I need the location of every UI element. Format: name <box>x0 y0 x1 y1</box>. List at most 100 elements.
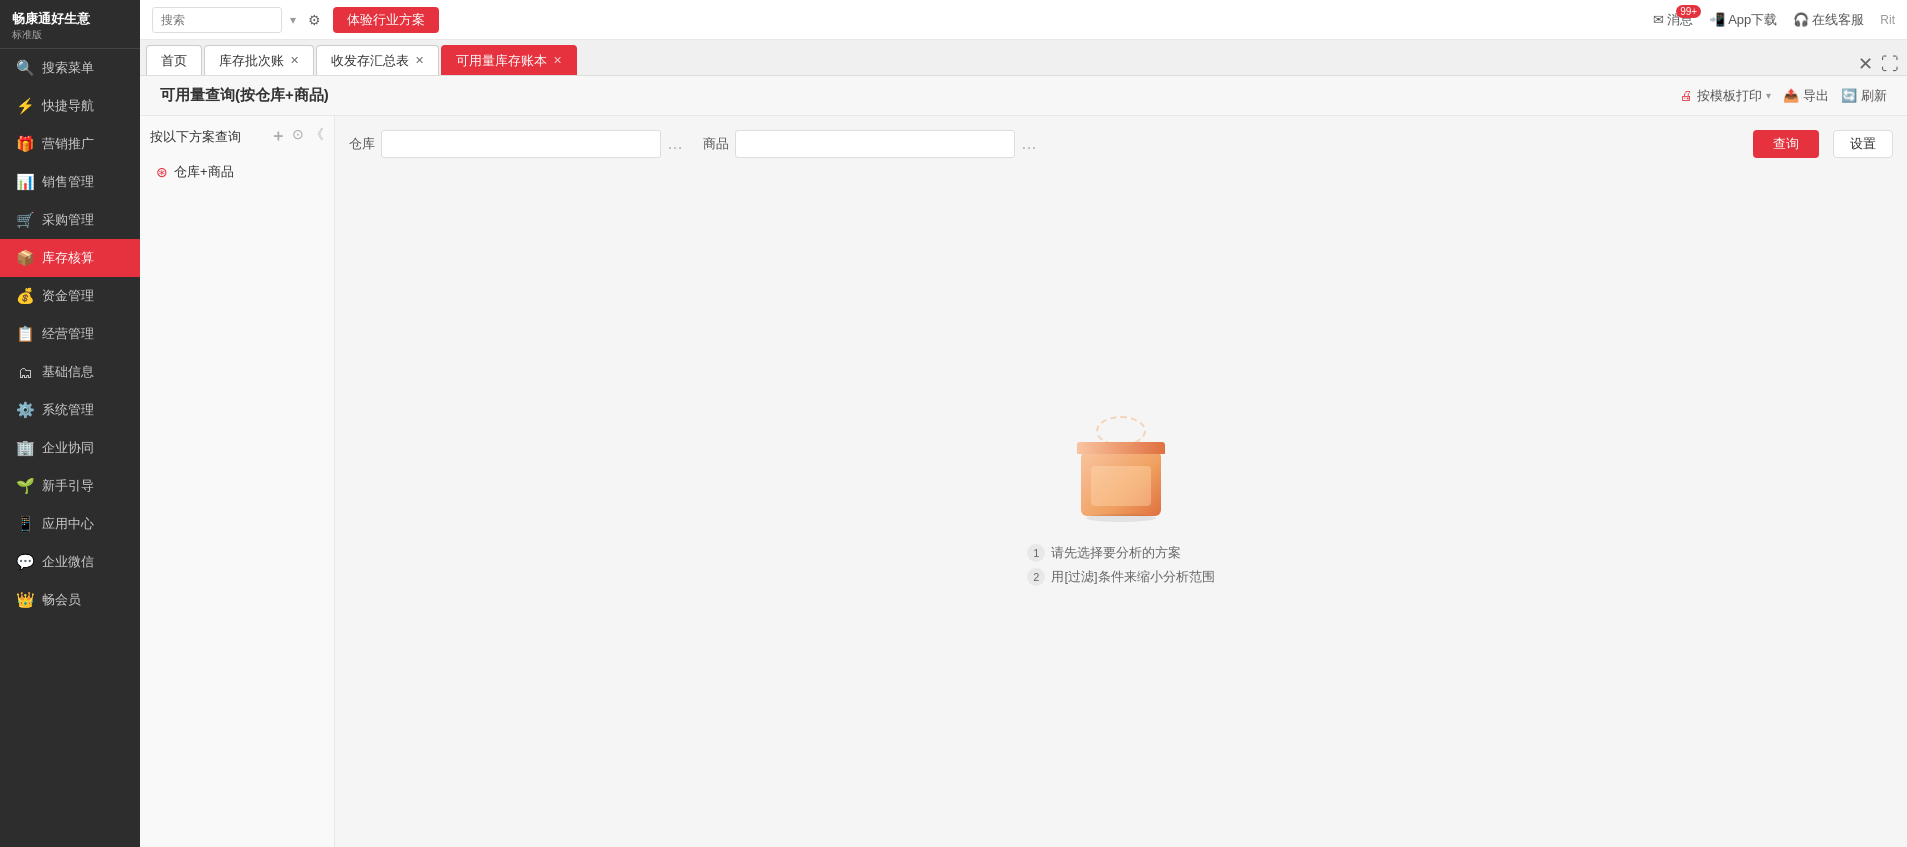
sidebar-item-marketing[interactable]: 🎁 营销推广 <box>0 125 140 163</box>
message-badge: 99+ <box>1676 5 1701 18</box>
page-title: 可用量查询(按仓库+商品) <box>160 86 329 105</box>
topbar-right: ✉ 消息 99+ 📲 App下载 🎧 在线客服 Rit <box>1653 11 1895 29</box>
scheme-item-warehouse[interactable]: ⊛ 仓库+商品 <box>140 155 334 189</box>
message-button[interactable]: ✉ 消息 99+ <box>1653 11 1693 29</box>
sidebar-item-label: 系统管理 <box>42 401 94 419</box>
sidebar-item-label: 企业微信 <box>42 553 94 571</box>
add-scheme-button[interactable]: ＋ <box>270 126 286 147</box>
hint-num-1: 1 <box>1027 544 1045 562</box>
sidebar-item-inventory[interactable]: 📦 库存核算 <box>0 239 140 277</box>
sidebar-item-quick[interactable]: ⚡ 快捷导航 <box>0 87 140 125</box>
search-icon: 🔍 <box>16 59 34 77</box>
export-button[interactable]: 📤 导出 <box>1783 87 1829 105</box>
product-filter: 商品 … <box>703 130 1037 158</box>
collapse-button[interactable]: 《 <box>310 126 324 147</box>
print-chevron: ▾ <box>1766 90 1771 101</box>
sidebar-item-newbie[interactable]: 🌱 新手引导 <box>0 467 140 505</box>
filter-row: 仓库 … 商品 … 查询 设置 <box>349 130 1893 158</box>
app-version: 标准版 <box>12 28 128 42</box>
topbar: ▾ ⚙ 体验行业方案 ✉ 消息 99+ 📲 App下载 🎧 在线客服 Rit <box>140 0 1907 40</box>
sidebar-item-label: 采购管理 <box>42 211 94 229</box>
app-name: 畅康通好生意 <box>12 10 128 28</box>
sidebar-item-member[interactable]: 👑 畅会员 <box>0 581 140 619</box>
box-inner <box>1091 466 1151 506</box>
sidebar-item-enterprise[interactable]: 🏢 企业协同 <box>0 429 140 467</box>
tab-home-label: 首页 <box>161 52 187 70</box>
print-label: 按模板打印 <box>1697 87 1762 105</box>
mobile-icon: 📱 <box>16 515 34 533</box>
tab-home[interactable]: 首页 <box>146 45 202 75</box>
online-support-button[interactable]: 🎧 在线客服 <box>1793 11 1864 29</box>
sidebar-item-sales[interactable]: 📊 销售管理 <box>0 163 140 201</box>
folder-icon: 🗂 <box>16 364 34 381</box>
hint-text-1: 请先选择要分析的方案 <box>1051 544 1181 562</box>
setting-button[interactable]: 设置 <box>1833 130 1893 158</box>
cart-icon: 🛒 <box>16 211 34 229</box>
tab-batch-close[interactable]: ✕ <box>290 54 299 67</box>
sidebar-item-appstore[interactable]: 📱 应用中心 <box>0 505 140 543</box>
hint-text-2: 用[过滤]条件来缩小分析范围 <box>1051 568 1214 586</box>
sidebar-item-operation[interactable]: 📋 经营管理 <box>0 315 140 353</box>
left-panel-title: 按以下方案查询 <box>150 128 241 146</box>
sidebar-item-purchase[interactable]: 🛒 采购管理 <box>0 201 140 239</box>
sidebar-item-label: 库存核算 <box>42 249 94 267</box>
content-area: 按以下方案查询 ＋ ⊙ 《 ⊛ 仓库+商品 仓库 … <box>140 116 1907 847</box>
product-input[interactable] <box>735 130 1015 158</box>
refresh-button[interactable]: 🔄 刷新 <box>1841 87 1887 105</box>
left-panel-header: 按以下方案查询 ＋ ⊙ 《 <box>140 126 334 155</box>
user-name: Rit <box>1880 13 1895 27</box>
left-panel: 按以下方案查询 ＋ ⊙ 《 ⊛ 仓库+商品 <box>140 116 335 847</box>
headset-icon: 🎧 <box>1793 12 1809 27</box>
tabs-right-actions: ✕ ⛶ <box>1850 53 1907 75</box>
sidebar-item-label: 资金管理 <box>42 287 94 305</box>
maximize-icon[interactable]: ⛶ <box>1881 54 1899 75</box>
tab-summary-close[interactable]: ✕ <box>415 54 424 67</box>
product-label: 商品 <box>703 135 729 153</box>
sidebar-item-search[interactable]: 🔍 搜索菜单 <box>0 49 140 87</box>
close-tab-icon[interactable]: ✕ <box>1858 53 1873 75</box>
clipboard-icon: 📋 <box>16 325 34 343</box>
trial-button[interactable]: 体验行业方案 <box>333 7 439 33</box>
tab-summary[interactable]: 收发存汇总表 ✕ <box>316 45 439 75</box>
tab-summary-label: 收发存汇总表 <box>331 52 409 70</box>
hint-num-2: 2 <box>1027 568 1045 586</box>
tab-available-close[interactable]: ✕ <box>553 54 562 67</box>
tab-available-label: 可用量库存账本 <box>456 52 547 70</box>
manage-scheme-button[interactable]: ⊙ <box>292 126 304 147</box>
sidebar-item-basic[interactable]: 🗂 基础信息 <box>0 353 140 391</box>
sidebar-item-label: 销售管理 <box>42 173 94 191</box>
search-input[interactable] <box>152 7 282 33</box>
chart-icon: 📊 <box>16 173 34 191</box>
tab-available[interactable]: 可用量库存账本 ✕ <box>441 45 577 75</box>
sidebar-item-wechat[interactable]: 💬 企业微信 <box>0 543 140 581</box>
sidebar-item-label: 搜索菜单 <box>42 59 94 77</box>
sidebar-item-finance[interactable]: 💰 资金管理 <box>0 277 140 315</box>
tab-batch[interactable]: 库存批次账 ✕ <box>204 45 314 75</box>
hint-item-1: 1 请先选择要分析的方案 <box>1027 544 1214 562</box>
refresh-label: 刷新 <box>1861 87 1887 105</box>
crown-icon: 👑 <box>16 591 34 609</box>
dropdown-icon[interactable]: ▾ <box>290 13 296 27</box>
query-button[interactable]: 查询 <box>1753 130 1819 158</box>
right-panel: 仓库 … 商品 … 查询 设置 <box>335 116 1907 847</box>
warehouse-input[interactable] <box>381 130 661 158</box>
money-icon: 💰 <box>16 287 34 305</box>
scheme-item-label: 仓库+商品 <box>174 163 234 181</box>
product-more-icon[interactable]: … <box>1021 135 1037 153</box>
scheme-dot-icon: ⊛ <box>156 164 168 180</box>
sidebar-item-label: 新手引导 <box>42 477 94 495</box>
sidebar-item-label: 应用中心 <box>42 515 94 533</box>
empty-illustration <box>1061 416 1181 526</box>
settings-icon[interactable]: ⚙ <box>304 10 325 30</box>
export-label: 导出 <box>1803 87 1829 105</box>
empty-state: 1 请先选择要分析的方案 2 用[过滤]条件来缩小分析范围 <box>349 168 1893 833</box>
app-download-button[interactable]: 📲 App下载 <box>1709 11 1777 29</box>
download-icon: 📲 <box>1709 12 1725 27</box>
sidebar-item-system[interactable]: ⚙️ 系统管理 <box>0 391 140 429</box>
print-button[interactable]: 🖨 按模板打印 ▾ <box>1680 87 1771 105</box>
sidebar-item-label: 基础信息 <box>42 363 94 381</box>
user-menu[interactable]: Rit <box>1880 13 1895 27</box>
box-icon: 📦 <box>16 249 34 267</box>
sidebar-scroll: 🔍 搜索菜单 ⚡ 快捷导航 🎁 营销推广 📊 销售管理 🛒 采购管理 📦 库存核… <box>0 49 140 847</box>
warehouse-more-icon[interactable]: … <box>667 135 683 153</box>
